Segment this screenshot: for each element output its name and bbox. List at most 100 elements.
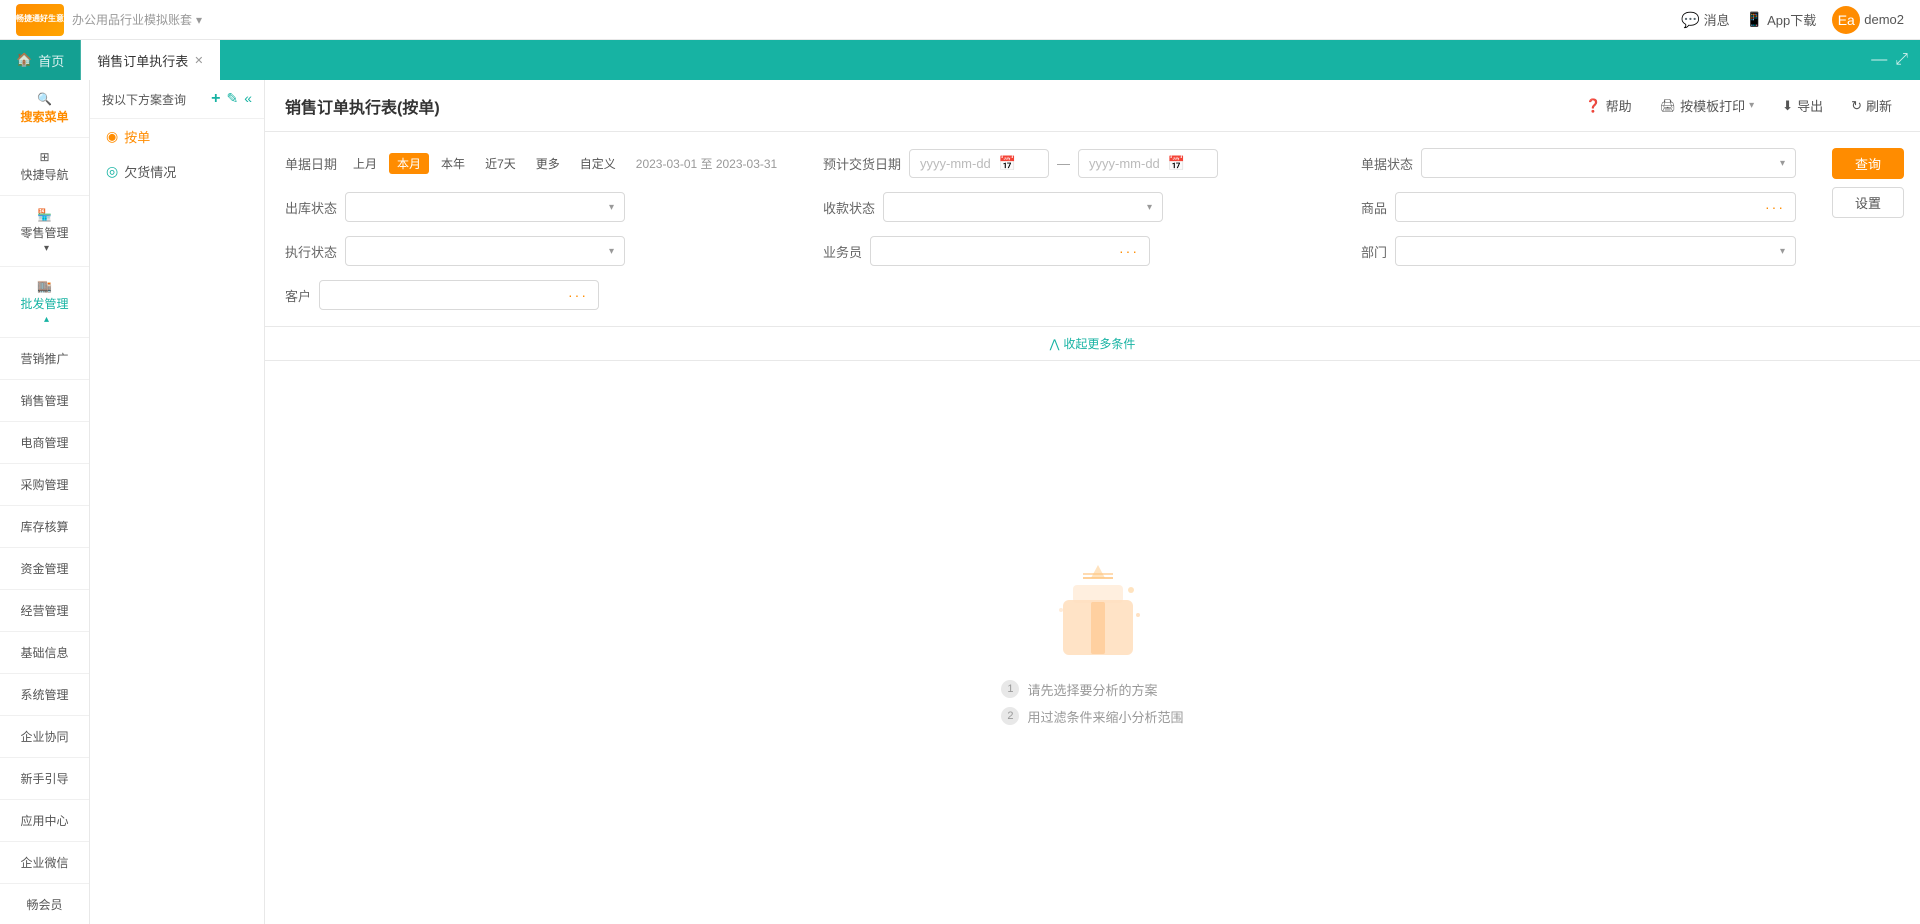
goods-input[interactable]: ···: [1395, 192, 1796, 222]
sidebar-item-apps[interactable]: 应用中心: [0, 800, 89, 842]
query-button[interactable]: 查询: [1832, 148, 1904, 179]
empty-state: 1 请先选择要分析的方案 2 用过滤条件来缩小分析范围: [265, 361, 1920, 924]
doc-status-arrow-icon: ▾: [1780, 158, 1785, 169]
message-button[interactable]: 💬 消息: [1681, 10, 1730, 29]
user-menu[interactable]: Ea demo2: [1832, 6, 1904, 34]
sidebar-item-basic[interactable]: 基础信息: [0, 632, 89, 674]
filter-row-3: 执行状态 ▾ 业务员 ···: [285, 236, 1796, 266]
page-header: 销售订单执行表(按单) ❓ 帮助 🖨 按模板打印 ▾ ⬇ 导出 ↻ 刷新: [265, 80, 1920, 132]
filter-row-1: 单据日期 上月 本月 本年 近7天 更多 自定义 2023-03-01 至 20…: [285, 148, 1796, 178]
customer-label: 客户: [285, 286, 311, 305]
filter-row-2: 出库状态 ▾ 收款状态 ▾: [285, 192, 1796, 222]
tab-close-icon[interactable]: ✕: [194, 54, 203, 67]
collapse-bar[interactable]: ⋀ 收起更多条件: [265, 327, 1920, 361]
message-icon: 💬: [1681, 11, 1700, 29]
page-title: 销售订单执行表(按单): [285, 94, 440, 118]
empty-steps: 1 请先选择要分析的方案 2 用过滤条件来缩小分析范围: [1001, 680, 1183, 726]
settings-button[interactable]: 设置: [1832, 187, 1904, 218]
filter-panel: 单据日期 上月 本月 本年 近7天 更多 自定义 2023-03-01 至 20…: [265, 132, 1816, 326]
wholesale-icon: 🏬: [37, 279, 52, 293]
filter-area: 单据日期 上月 本月 本年 近7天 更多 自定义 2023-03-01 至 20…: [265, 132, 1920, 327]
help-button[interactable]: ❓ 帮助: [1577, 92, 1639, 119]
exec-status-select[interactable]: ▾: [345, 236, 625, 266]
sidebar-item-enterprise[interactable]: 企业协同: [0, 716, 89, 758]
print-button[interactable]: 🖨 按模板打印 ▾: [1652, 92, 1763, 119]
customer-input[interactable]: ···: [319, 280, 599, 310]
goods-dots-icon[interactable]: ···: [1765, 199, 1785, 215]
date-tabs-group: 上月 本月 本年 近7天 更多 自定义 2023-03-01 至 2023-03…: [345, 153, 807, 174]
print-icon: 🖨: [1660, 98, 1677, 114]
salesman-dots-icon[interactable]: ···: [1119, 243, 1139, 259]
filter-dept-cell: 部门 ▾: [1361, 236, 1796, 266]
tab-actions: — ⤢: [1859, 51, 1920, 69]
tab-sales-order[interactable]: 销售订单执行表 ✕: [81, 40, 220, 80]
filter-receipt-status-cell: 收款状态 ▾: [823, 192, 1345, 222]
expected-date-end[interactable]: yyyy-mm-dd 📅: [1078, 149, 1218, 178]
sidebar-item-purchase[interactable]: 采购管理: [0, 464, 89, 506]
goods-label: 商品: [1361, 198, 1387, 217]
date-tab-current-month[interactable]: 本月: [389, 153, 429, 174]
expand-arrow-icon2: ▴: [44, 314, 49, 325]
debt-icon: ◎: [106, 163, 118, 180]
date-label: 单据日期: [285, 154, 337, 173]
sidebar-item-finance[interactable]: 资金管理: [0, 548, 89, 590]
sidebar-item-marketing[interactable]: 营销推广: [0, 338, 89, 380]
sidebar-item-wholesale[interactable]: 🏬 批发管理 ▴: [0, 267, 89, 338]
sidebar-item-inventory[interactable]: 库存核算: [0, 506, 89, 548]
sidebar-item-system[interactable]: 系统管理: [0, 674, 89, 716]
sidebar-item-retail[interactable]: 🏪 零售管理 ▾: [0, 196, 89, 267]
dept-label: 部门: [1361, 242, 1387, 261]
sidebar-search[interactable]: 🔍 搜索菜单: [0, 80, 89, 138]
breadcrumb[interactable]: 办公用品行业模拟账套 ▾: [72, 11, 202, 28]
dept-arrow-icon: ▾: [1780, 246, 1785, 257]
app-download-button[interactable]: 📱 App下载: [1746, 10, 1817, 29]
sidebar-item-sales[interactable]: 销售管理: [0, 380, 89, 422]
filter-customer-cell: 客户 ···: [285, 280, 783, 310]
left-panel-item-debt[interactable]: ◎ 欠货情况: [90, 154, 264, 189]
empty-step-2: 2 用过滤条件来缩小分析范围: [1001, 707, 1183, 726]
search-icon: 🔍: [37, 92, 52, 106]
topbar-left: 畅捷通好生意 办公用品行业模拟账套 ▾: [16, 4, 202, 36]
collapse-panel-button[interactable]: «: [244, 90, 252, 108]
edit-scheme-button[interactable]: ✎: [226, 90, 238, 108]
left-panel-actions: + ✎ «: [211, 90, 252, 108]
expected-date-start[interactable]: yyyy-mm-dd 📅: [909, 149, 1049, 178]
add-scheme-button[interactable]: +: [211, 90, 220, 108]
main-layout: 🔍 搜索菜单 ⊞ 快捷导航 🏪 零售管理 ▾ 🏬 批发管理 ▴ 营销推广 销售管…: [0, 80, 1920, 924]
out-status-arrow-icon: ▾: [609, 202, 614, 213]
empty-svg: [1043, 560, 1153, 660]
salesman-input[interactable]: ···: [870, 236, 1150, 266]
left-panel: 按以下方案查询 + ✎ « ◉ 按单 ◎ 欠货情况: [90, 80, 265, 924]
export-button[interactable]: ⬇ 导出: [1774, 92, 1831, 119]
step-num-1: 1: [1001, 680, 1019, 698]
receipt-status-select[interactable]: ▾: [883, 192, 1163, 222]
dept-select[interactable]: ▾: [1395, 236, 1796, 266]
date-tab-custom[interactable]: 自定义: [572, 153, 624, 174]
customer-dots-icon[interactable]: ···: [568, 287, 588, 303]
out-status-select[interactable]: ▾: [345, 192, 625, 222]
sidebar-item-member[interactable]: 畅会员: [0, 884, 89, 924]
sidebar-item-operations[interactable]: 经营管理: [0, 590, 89, 632]
retail-icon: 🏪: [37, 208, 52, 222]
exec-status-arrow-icon: ▾: [609, 246, 614, 257]
sidebar-quick-nav[interactable]: ⊞ 快捷导航: [0, 138, 89, 196]
empty-step-1: 1 请先选择要分析的方案: [1001, 680, 1183, 699]
filter-exec-status-cell: 执行状态 ▾: [285, 236, 807, 266]
doc-status-select[interactable]: ▾: [1421, 148, 1796, 178]
tab-home[interactable]: 🏠 首页: [0, 40, 81, 80]
refresh-button[interactable]: ↻ 刷新: [1843, 92, 1900, 119]
avatar: Ea: [1832, 6, 1860, 34]
app-logo: 畅捷通好生意: [16, 4, 64, 36]
left-panel-item-order[interactable]: ◉ 按单: [90, 119, 264, 154]
sidebar: 🔍 搜索菜单 ⊞ 快捷导航 🏪 零售管理 ▾ 🏬 批发管理 ▴ 营销推广 销售管…: [0, 80, 90, 924]
sidebar-item-newbie[interactable]: 新手引导: [0, 758, 89, 800]
sidebar-item-ecommerce[interactable]: 电商管理: [0, 422, 89, 464]
date-tab-more[interactable]: 更多: [528, 153, 568, 174]
sidebar-item-wechat[interactable]: 企业微信: [0, 842, 89, 884]
date-tab-year[interactable]: 本年: [433, 153, 473, 174]
date-tab-prev-month[interactable]: 上月: [345, 153, 385, 174]
exec-status-label: 执行状态: [285, 242, 337, 261]
date-tab-7days[interactable]: 近7天: [477, 153, 524, 174]
tab-minimize-button[interactable]: —: [1871, 51, 1887, 69]
tab-expand-button[interactable]: ⤢: [1895, 51, 1908, 69]
